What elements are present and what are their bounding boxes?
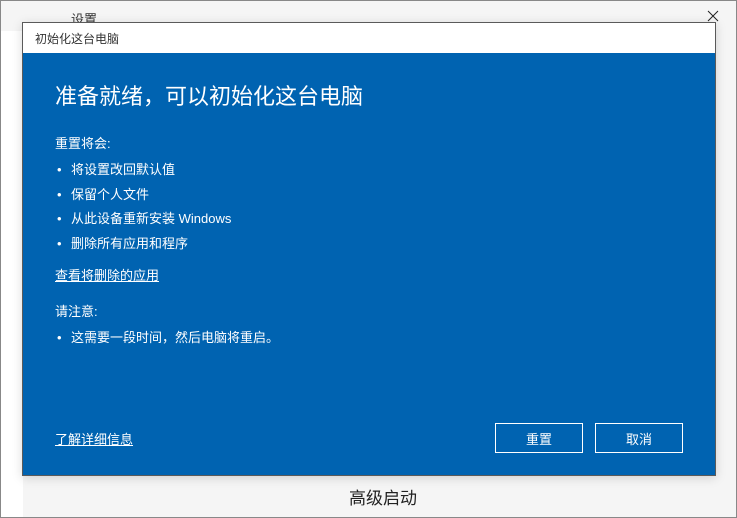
- note-items-list: 这需要一段时间，然后电脑将重启。: [55, 326, 683, 351]
- cancel-button[interactable]: 取消: [595, 423, 683, 453]
- dialog-heading: 准备就绪，可以初始化这台电脑: [55, 79, 683, 111]
- dialog-titlebar: 初始化这台电脑: [23, 23, 715, 53]
- sidebar: [1, 31, 23, 517]
- reset-items-list: 将设置改回默认值 保留个人文件 从此设备重新安装 Windows 删除所有应用和…: [55, 158, 683, 257]
- dialog-titlebar-text: 初始化这台电脑: [35, 30, 119, 47]
- list-item: 保留个人文件: [55, 183, 683, 208]
- reset-will-label: 重置将会:: [55, 133, 683, 152]
- dialog-footer: 了解详细信息 重置 取消: [55, 423, 683, 453]
- button-group: 重置 取消: [495, 423, 683, 453]
- note-label: 请注意:: [55, 301, 683, 320]
- reset-button[interactable]: 重置: [495, 423, 583, 453]
- learn-more-link[interactable]: 了解详细信息: [55, 429, 133, 448]
- list-item: 删除所有应用和程序: [55, 232, 683, 257]
- list-item: 将设置改回默认值: [55, 158, 683, 183]
- reset-pc-dialog: 初始化这台电脑 准备就绪，可以初始化这台电脑 重置将会: 将设置改回默认值 保留…: [22, 22, 716, 476]
- advanced-startup-heading: 高级启动: [349, 484, 417, 509]
- list-item: 从此设备重新安装 Windows: [55, 207, 683, 232]
- list-item: 这需要一段时间，然后电脑将重启。: [55, 326, 683, 351]
- dialog-body: 准备就绪，可以初始化这台电脑 重置将会: 将设置改回默认值 保留个人文件 从此设…: [23, 53, 715, 475]
- view-removed-apps-link[interactable]: 查看将删除的应用: [55, 265, 159, 284]
